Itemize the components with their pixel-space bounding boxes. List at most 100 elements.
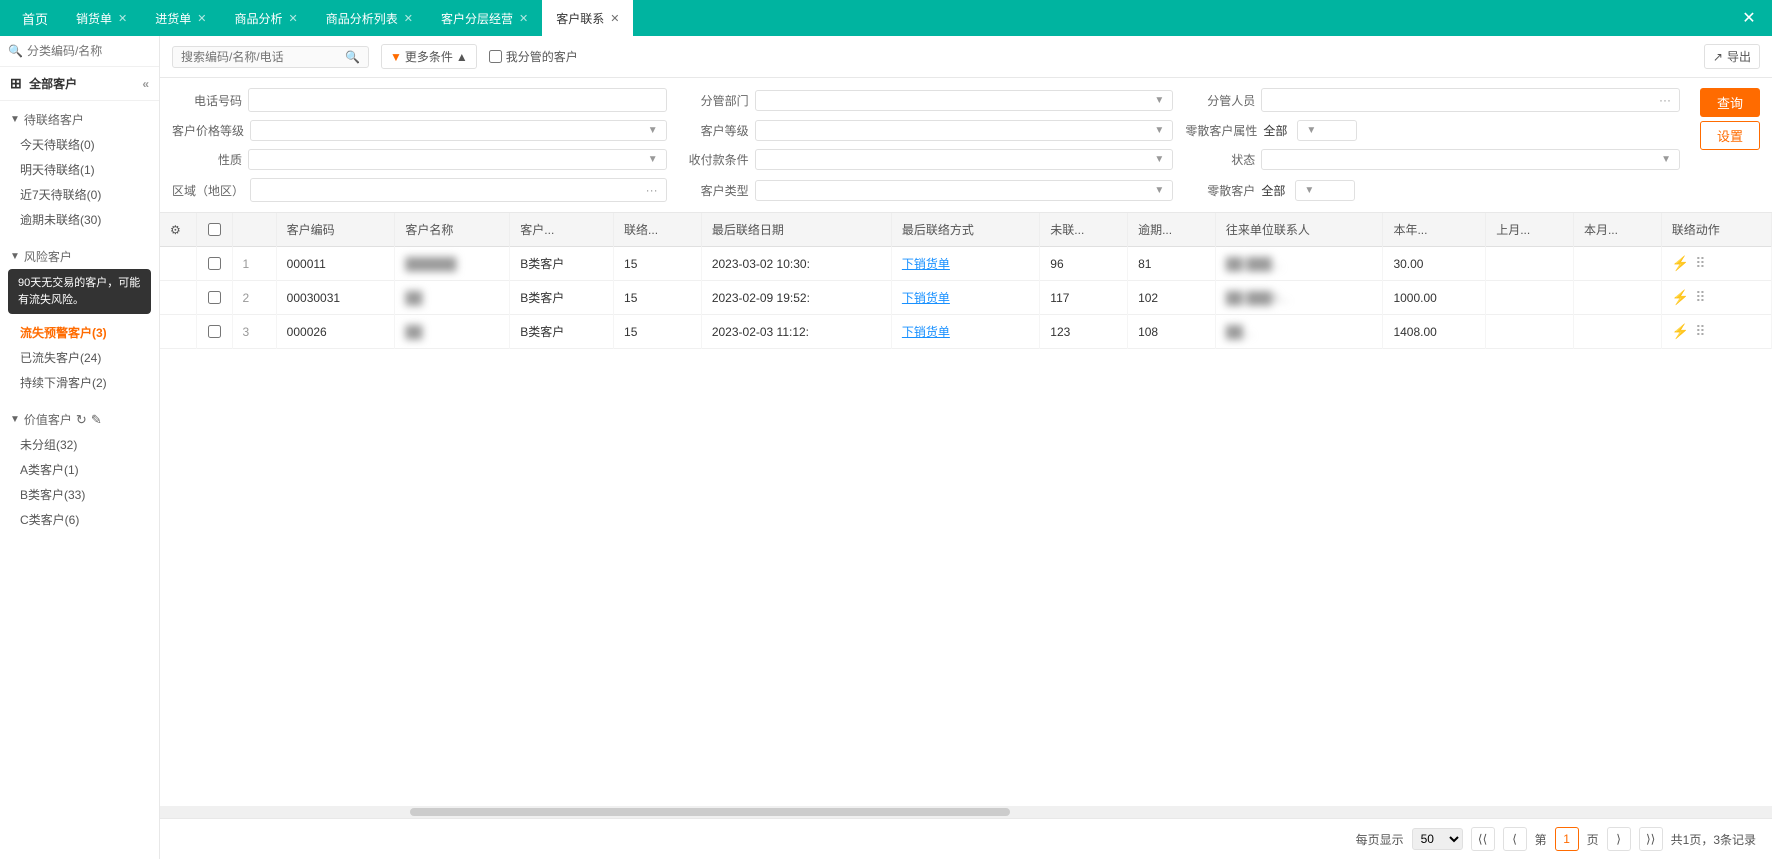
export-button[interactable]: ↗ 导出	[1704, 44, 1760, 69]
dots-icon[interactable]: ···	[646, 183, 658, 197]
filter-cell-nature: 性质 ▼	[172, 149, 679, 170]
sidebar-item-today-pending[interactable]: 今天待联络(0)	[0, 132, 159, 157]
filter-select-status[interactable]: ▼	[1261, 149, 1680, 170]
last-page-btn[interactable]: ⟩⟩	[1639, 827, 1663, 851]
filter-select-retail[interactable]: ▼	[1295, 180, 1355, 201]
td-last-contact-method[interactable]: 下销货单	[891, 281, 1039, 315]
filter-input-phone[interactable]	[248, 88, 667, 112]
filter-select-customer-level[interactable]: ▼	[755, 120, 1174, 141]
row-checkbox[interactable]	[208, 291, 221, 304]
filter-label-status: 状态	[1185, 151, 1255, 168]
th-settings[interactable]: ⚙	[160, 213, 196, 247]
row-checkbox[interactable]	[208, 325, 221, 338]
refresh-icon[interactable]: ↻	[76, 412, 87, 428]
filter-select-customer-type[interactable]: ▼	[755, 180, 1174, 201]
filter-row-4: 区域（地区） ··· 客户类型 ▼	[172, 178, 1692, 202]
sidebar-section-value-header[interactable]: ▼ 价值客户 ↻ ✎	[0, 407, 159, 432]
filter-cell-payment: 收付款条件 ▼	[679, 149, 1186, 170]
filter-select-price-level[interactable]: ▼	[250, 120, 667, 141]
action-grid-icon[interactable]: ⠿	[1695, 323, 1705, 340]
td-action: ⚡ ⠿	[1661, 247, 1771, 281]
query-button[interactable]: 查询	[1700, 88, 1760, 117]
action-link-icon[interactable]: ⚡	[1672, 323, 1689, 340]
sidebar-search-input[interactable]	[27, 44, 160, 58]
td-unlinkdays: 123	[1040, 315, 1128, 349]
nav-tab-customer-contact[interactable]: 客户联系 ✕	[542, 0, 633, 36]
action-grid-icon[interactable]: ⠿	[1695, 255, 1705, 272]
more-conditions-btn[interactable]: ▼ 更多条件 ▲	[381, 44, 477, 69]
collapse-sidebar-icon[interactable]: «	[142, 77, 149, 91]
td-last-contact-method[interactable]: 下销货单	[891, 315, 1039, 349]
action-link-icon[interactable]: ⚡	[1672, 289, 1689, 306]
td-code: 000011	[276, 247, 395, 281]
sidebar-item-class-b[interactable]: B类客户(33)	[0, 482, 159, 507]
th-type: 客户...	[510, 213, 614, 247]
filter-label-retail-attr: 零散客户属性	[1185, 122, 1257, 139]
first-page-btn[interactable]: ⟨⟨	[1471, 827, 1495, 851]
my-customers-checkbox[interactable]: 我分管的客户	[489, 48, 578, 65]
sidebar-item-already-churned[interactable]: 已流失客户(24)	[0, 345, 159, 370]
horizontal-scrollbar[interactable]	[160, 806, 1772, 818]
sidebar-item-class-a[interactable]: A类客户(1)	[0, 457, 159, 482]
filter-select-payment[interactable]: ▼	[755, 149, 1174, 170]
sidebar-item-overdue-pending[interactable]: 逾期未联络(30)	[0, 207, 159, 232]
risk-tooltip: 90天无交易的客户，可能有流失风险。	[8, 269, 151, 314]
filter-label-price-level: 客户价格等级	[172, 122, 244, 139]
filter-search-input[interactable]	[181, 50, 341, 64]
filter-select-region[interactable]: ···	[250, 178, 667, 202]
main-layout: 🔍 ⊞ 全部客户 « ▼ 待联络客户 今天待联络(0) 明天待联络(1) 近7天…	[0, 36, 1772, 859]
edit-icon[interactable]: ✎	[91, 412, 102, 428]
prev-page-btn[interactable]: ⟨	[1503, 827, 1527, 851]
filter-select-retail-attr[interactable]: ▼	[1297, 120, 1357, 141]
nav-tab-product-analysis[interactable]: 商品分析 ✕	[220, 0, 311, 36]
table-body: 1 000011 ██████ B类客户 15 2023-03-02 10:30…	[160, 247, 1772, 349]
td-last-contact-method[interactable]: 下销货单	[891, 247, 1039, 281]
close-icon[interactable]: ✕	[404, 12, 413, 25]
nav-tab-salesorder[interactable]: 销货单 ✕	[62, 0, 141, 36]
filter-select-nature[interactable]: ▼	[248, 149, 667, 170]
sidebar-item-tomorrow-pending[interactable]: 明天待联络(1)	[0, 157, 159, 182]
settings-button[interactable]: 设置	[1700, 121, 1760, 150]
sidebar-all-customers[interactable]: ⊞ 全部客户 «	[0, 67, 159, 101]
row-checkbox[interactable]	[208, 257, 221, 270]
sidebar-section-risk-header[interactable]: ▼ 风险客户	[0, 244, 159, 269]
close-icon[interactable]: ✕	[519, 12, 528, 25]
per-page-select[interactable]: 50 100 200	[1412, 828, 1463, 850]
close-icon[interactable]: ✕	[610, 12, 619, 25]
sidebar-item-ungroup[interactable]: 未分组(32)	[0, 432, 159, 457]
sidebar-section-pending-header[interactable]: ▼ 待联络客户	[0, 107, 159, 132]
filter-search-box: 🔍	[172, 46, 369, 68]
my-customers-check[interactable]	[489, 50, 502, 63]
action-link-icon[interactable]: ⚡	[1672, 255, 1689, 272]
sidebar-item-churn-warning[interactable]: 流失预警客户(3)	[0, 320, 159, 345]
close-icon[interactable]: ✕	[118, 12, 127, 25]
next-page-btn[interactable]: ⟩	[1607, 827, 1631, 851]
filter-search-icon[interactable]: 🔍	[345, 50, 360, 64]
customer-table: ⚙ 客户编码 客户名称	[160, 213, 1772, 349]
filter-bar: 🔍 ▼ 更多条件 ▲ 我分管的客户 ↗ 导出	[160, 36, 1772, 78]
select-all-checkbox[interactable]	[208, 223, 221, 236]
action-grid-icon[interactable]: ⠿	[1695, 289, 1705, 306]
sidebar-item-declining[interactable]: 持续下滑客户(2)	[0, 370, 159, 395]
scrollbar-thumb[interactable]	[410, 808, 1010, 816]
td-action: ⚡ ⠿	[1661, 281, 1771, 315]
th-last-contact-method: 最后联络方式	[891, 213, 1039, 247]
nav-tab-customer-segmentation[interactable]: 客户分层经营 ✕	[427, 0, 542, 36]
nav-tab-product-analysis-list[interactable]: 商品分析列表 ✕	[312, 0, 427, 36]
filter-label-nature: 性质	[172, 151, 242, 168]
sidebar-item-7days-pending[interactable]: 近7天待联络(0)	[0, 182, 159, 207]
window-close-button[interactable]: ✕	[1734, 3, 1764, 33]
td-this-month	[1573, 247, 1661, 281]
chevron-down-icon: ▼	[1661, 154, 1671, 165]
close-icon[interactable]: ✕	[197, 12, 206, 25]
nav-tab-purchaseorder[interactable]: 进货单 ✕	[141, 0, 220, 36]
filter-select-dept[interactable]: ▼	[755, 90, 1174, 111]
filter-select-manager[interactable]: ···	[1261, 88, 1680, 112]
chevron-down-icon: ▼	[1154, 154, 1164, 165]
filter-label-customer-type: 客户类型	[679, 182, 749, 199]
filter-cell-dept: 分管部门 ▼	[679, 90, 1186, 111]
close-icon[interactable]: ✕	[289, 12, 298, 25]
dots-icon[interactable]: ···	[1659, 93, 1671, 107]
sidebar-item-class-c[interactable]: C类客户(6)	[0, 507, 159, 532]
nav-home[interactable]: 首页	[8, 0, 62, 36]
